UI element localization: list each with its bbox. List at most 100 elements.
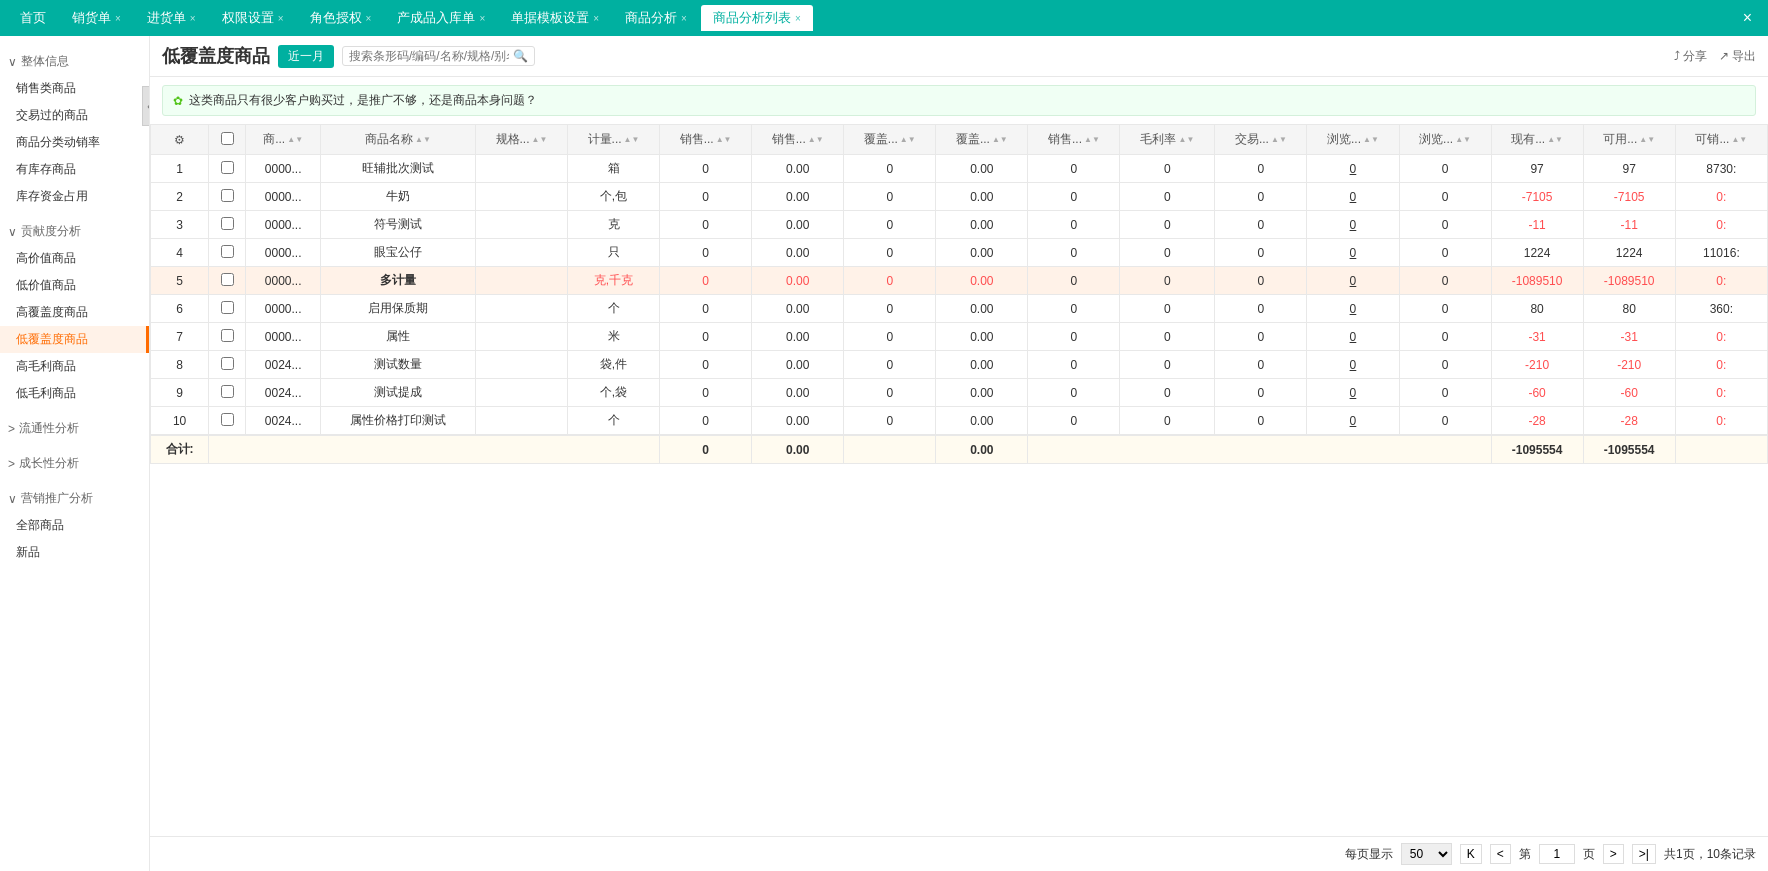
sidebar-item[interactable]: 有库存商品 [0,156,149,183]
column-header-cover1[interactable]: 覆盖...▲▼ [844,125,936,155]
sidebar-item[interactable]: 商品分类动销率 [0,129,149,156]
nav-tab-close[interactable]: × [593,13,599,24]
column-header-gross_rate[interactable]: 毛利率▲▼ [1120,125,1215,155]
row-checkbox-input[interactable] [221,301,234,314]
row-checkbox-input[interactable] [221,385,234,398]
search-icon[interactable]: 🔍 [513,49,528,63]
sort-icon[interactable]: ▲▼ [716,136,732,144]
browse-link[interactable]: 0 [1350,218,1357,232]
browse-link[interactable]: 0 [1350,386,1357,400]
sort-icon[interactable]: ▲▼ [624,136,640,144]
sort-icon[interactable]: ▲▼ [1731,136,1747,144]
sidebar-item[interactable]: 低毛利商品 [0,380,149,407]
nav-tab[interactable]: 单据模板设置× [499,5,611,31]
row-browse1[interactable]: 0 [1307,211,1399,239]
nav-tab-close[interactable]: × [366,13,372,24]
column-header-name[interactable]: 商品名称▲▼ [321,125,476,155]
row-checkbox[interactable] [209,407,246,436]
row-browse1[interactable]: 0 [1307,155,1399,183]
column-header-current_stock[interactable]: 现有...▲▼ [1491,125,1583,155]
sort-icon[interactable]: ▲▼ [1178,136,1194,144]
nav-tab[interactable]: 商品分析× [613,5,699,31]
sort-icon[interactable]: ▲▼ [992,136,1008,144]
browse-link[interactable]: 0 [1350,162,1357,176]
browse-link[interactable]: 0 [1350,414,1357,428]
row-browse1[interactable]: 0 [1307,183,1399,211]
row-checkbox[interactable] [209,379,246,407]
row-checkbox[interactable] [209,323,246,351]
column-header-trans[interactable]: 交易...▲▼ [1215,125,1307,155]
settings-icon[interactable]: ⚙ [174,133,185,147]
last-page-button[interactable]: >| [1632,844,1656,864]
search-input[interactable] [349,49,509,63]
column-header-browse1[interactable]: 浏览...▲▼ [1307,125,1399,155]
row-browse1[interactable]: 0 [1307,239,1399,267]
sort-icon[interactable]: ▲▼ [808,136,824,144]
sort-icon[interactable]: ▲▼ [1639,136,1655,144]
nav-tab[interactable]: 商品分析列表× [701,5,813,31]
nav-tab[interactable]: 角色授权× [298,5,384,31]
sidebar-group-header[interactable]: >流通性分析 [0,415,149,442]
row-checkbox[interactable] [209,295,246,323]
sidebar-item[interactable]: 低覆盖度商品 [0,326,149,353]
sort-icon[interactable]: ▲▼ [1084,136,1100,144]
row-checkbox-input[interactable] [221,329,234,342]
row-checkbox-input[interactable] [221,245,234,258]
sort-icon[interactable]: ▲▼ [1271,136,1287,144]
page-size-select[interactable]: 50100200 [1401,843,1452,865]
row-browse1[interactable]: 0 [1307,267,1399,295]
row-browse1[interactable]: 0 [1307,295,1399,323]
row-browse1[interactable]: 0 [1307,379,1399,407]
sort-icon[interactable]: ▲▼ [532,136,548,144]
row-checkbox-input[interactable] [221,413,234,426]
row-checkbox-input[interactable] [221,161,234,174]
browse-link[interactable]: 0 [1350,190,1357,204]
row-checkbox[interactable] [209,211,246,239]
row-checkbox-input[interactable] [221,189,234,202]
sidebar-group-header[interactable]: ∨营销推广分析 [0,485,149,512]
browse-link[interactable]: 0 [1350,302,1357,316]
row-checkbox[interactable] [209,239,246,267]
column-header-cover2[interactable]: 覆盖...▲▼ [936,125,1028,155]
sidebar-collapse-button[interactable]: « [142,86,150,126]
sidebar-group-header[interactable]: >成长性分析 [0,450,149,477]
nav-tab-close[interactable]: × [479,13,485,24]
sort-icon[interactable]: ▲▼ [415,136,431,144]
browse-link[interactable]: 0 [1350,274,1357,288]
column-header-sales_qty[interactable]: 销售...▲▼ [660,125,752,155]
column-header-available[interactable]: 可用...▲▼ [1583,125,1675,155]
page-input[interactable] [1539,844,1575,864]
export-button[interactable]: ↗ 导出 [1719,48,1756,65]
sidebar-item[interactable]: 高价值商品 [0,245,149,272]
column-header-sales_amt[interactable]: 销售...▲▼ [752,125,844,155]
nav-tab[interactable]: 权限设置× [210,5,296,31]
share-button[interactable]: ⤴ 分享 [1674,48,1707,65]
sort-icon[interactable]: ▲▼ [1547,136,1563,144]
period-button[interactable]: 近一月 [278,45,334,68]
nav-tab[interactable]: 进货单× [135,5,208,31]
row-browse1[interactable]: 0 [1307,407,1399,436]
column-header-sellable[interactable]: 可销...▲▼ [1675,125,1767,155]
row-checkbox-input[interactable] [221,273,234,286]
browse-link[interactable]: 0 [1350,246,1357,260]
nav-tab[interactable]: 销货单× [60,5,133,31]
column-header-spec[interactable]: 规格...▲▼ [475,125,567,155]
browse-link[interactable]: 0 [1350,358,1357,372]
sort-icon[interactable]: ▲▼ [1363,136,1379,144]
column-header-browse2[interactable]: 浏览...▲▼ [1399,125,1491,155]
row-checkbox-input[interactable] [221,357,234,370]
column-header-code[interactable]: 商...▲▼ [246,125,321,155]
row-browse1[interactable]: 0 [1307,323,1399,351]
sidebar-item[interactable]: 库存资金占用 [0,183,149,210]
next-page-button[interactable]: > [1603,844,1624,864]
row-checkbox[interactable] [209,155,246,183]
sidebar-item[interactable]: 低价值商品 [0,272,149,299]
column-header-unit[interactable]: 计量...▲▼ [567,125,659,155]
nav-tab-close[interactable]: × [115,13,121,24]
row-checkbox[interactable] [209,351,246,379]
prev-page-button[interactable]: < [1490,844,1511,864]
sidebar-group-header[interactable]: ∨贡献度分析 [0,218,149,245]
row-checkbox-input[interactable] [221,217,234,230]
sidebar-item[interactable]: 交易过的商品 [0,102,149,129]
window-close-button[interactable]: × [1735,5,1760,31]
